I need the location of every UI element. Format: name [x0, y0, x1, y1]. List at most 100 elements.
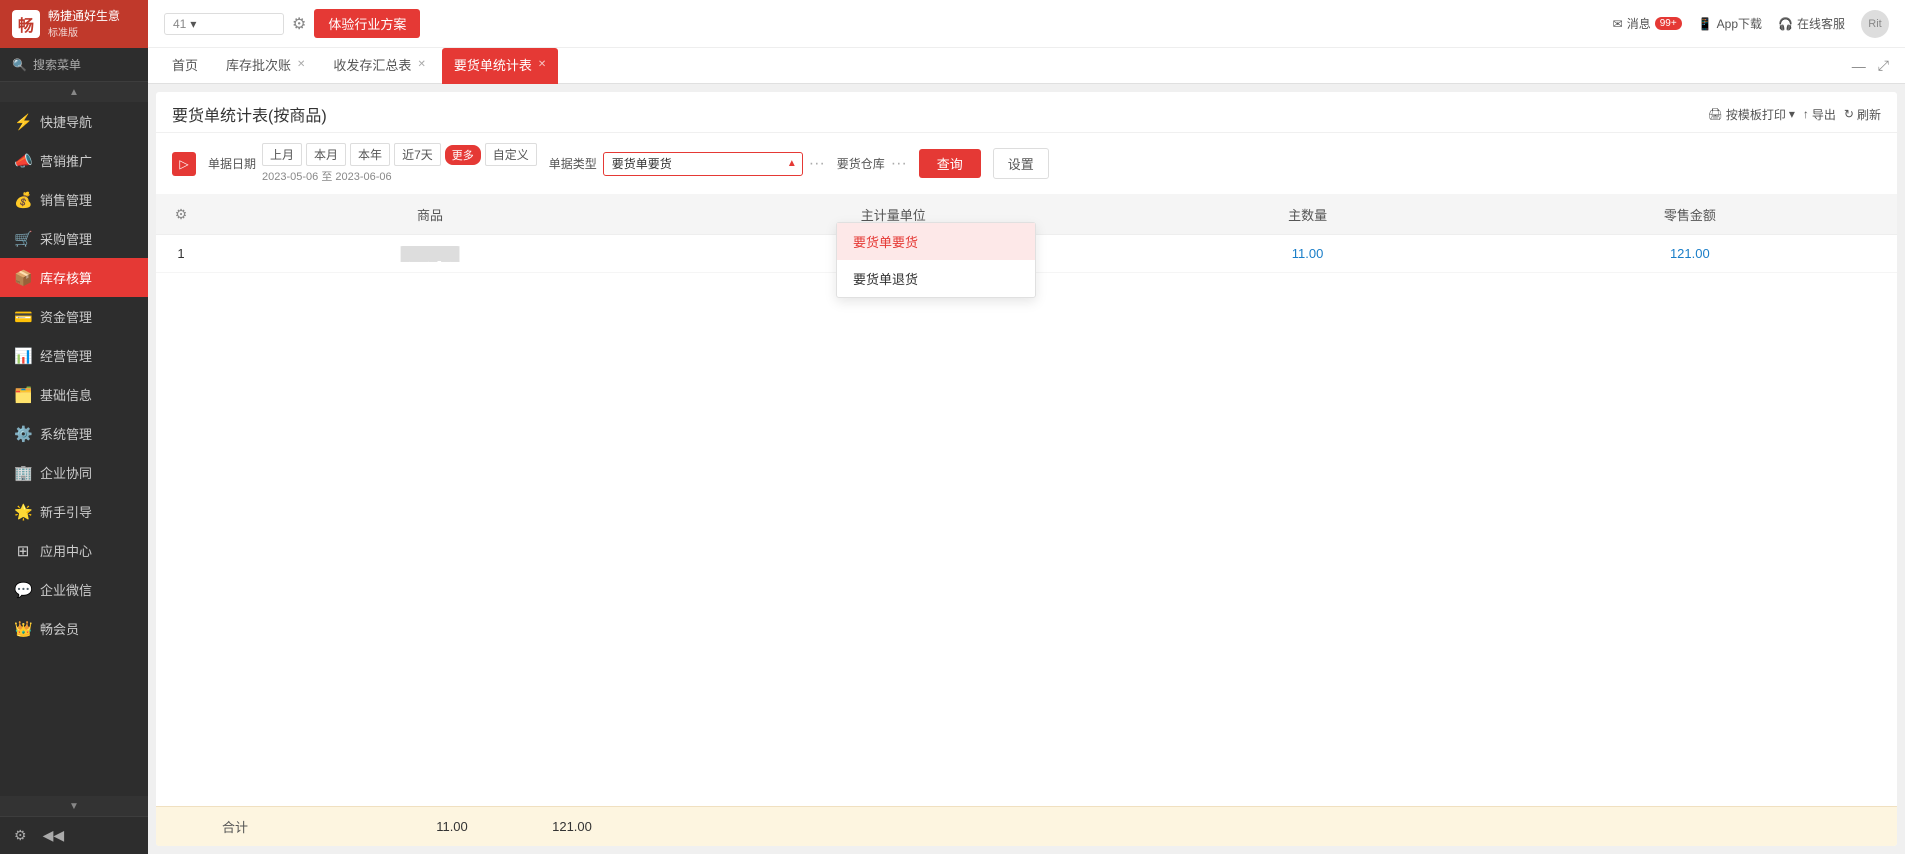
table-footer: 合计 11.00 121.00	[156, 806, 1897, 846]
sidebar-item-member[interactable]: 👑 畅会员	[0, 609, 148, 648]
sidebar: 畅 畅捷通好生意 标准版 🔍 搜索菜单 ▲ ⚡ 快捷导航 📣 营销推广 💰 销售…	[0, 0, 148, 854]
this-year-btn[interactable]: 本年	[350, 143, 390, 166]
warehouse-label: 要货仓库	[837, 155, 885, 172]
tab-expand-btn[interactable]: ⤢	[1874, 55, 1893, 76]
user-avatar[interactable]: Rit	[1861, 10, 1889, 38]
sidebar-item-label: 企业协同	[40, 463, 92, 482]
messages-btn[interactable]: ✉ 消息 99+	[1613, 15, 1682, 32]
sidebar-search[interactable]: 🔍 搜索菜单	[0, 48, 148, 82]
type-dropdown: 要货单要货 要货单退货	[836, 222, 1036, 298]
sidebar-item-enterprise[interactable]: 🏢 企业协同	[0, 453, 148, 492]
more-dates-btn[interactable]: 更多	[445, 145, 481, 165]
type-select[interactable]: 要货单要货 要货单退货	[603, 152, 803, 176]
sidebar-item-inventory[interactable]: 📦 库存核算	[0, 258, 148, 297]
search-icon: 🔍	[12, 58, 27, 72]
tab-order-label: 要货单统计表	[454, 55, 532, 74]
sidebar-item-system[interactable]: ⚙️ 系统管理	[0, 414, 148, 453]
filter-bar: ▷ 单据日期 上月 本月 本年 近7天 更多 自定义 2023-05-06 至 …	[156, 133, 1897, 195]
tab-order-close[interactable]: ✕	[538, 59, 546, 70]
app-label: App下载	[1717, 15, 1762, 32]
date-range: 2023-05-06 至 2023-06-06	[262, 168, 537, 184]
print-label: 按模板打印	[1726, 106, 1786, 123]
this-month-btn[interactable]: 本月	[306, 143, 346, 166]
topbar-right: ✉ 消息 99+ 📱 App下载 🎧 在线客服 Rit	[1613, 10, 1889, 38]
scroll-down-btn[interactable]: ▼	[0, 796, 148, 816]
tabbar: 首页 库存批次账 ✕ 收发存汇总表 ✕ 要货单统计表 ✕ — ⤢	[148, 48, 1905, 84]
operation-icon: 📊	[14, 347, 32, 365]
quick-nav-icon: ⚡	[14, 113, 32, 131]
filter-expand-btn[interactable]: ▷	[172, 152, 196, 176]
main-content: 41 ▾ ⚙ 体验行业方案 ✉ 消息 99+ 📱 App下载 🎧 在线客服 Ri…	[148, 0, 1905, 854]
sidebar-item-newbie[interactable]: 🌟 新手引导	[0, 492, 148, 531]
topbar: 41 ▾ ⚙ 体验行业方案 ✉ 消息 99+ 📱 App下载 🎧 在线客服 Ri…	[148, 0, 1905, 48]
store-num: 41	[173, 17, 186, 31]
wechat-icon: 💬	[14, 581, 32, 599]
tab-batch-account[interactable]: 库存批次账 ✕	[214, 48, 317, 84]
cell-qty[interactable]: 11.00	[1133, 235, 1483, 273]
dropdown-item-order-return[interactable]: 要货单退货	[837, 260, 1035, 297]
sidebar-item-basic[interactable]: 🗂️ 基础信息	[0, 375, 148, 414]
query-btn[interactable]: 查询	[919, 149, 981, 178]
export-icon: ↑	[1803, 107, 1809, 121]
trial-btn[interactable]: 体验行业方案	[314, 9, 420, 38]
tab-minimize-btn[interactable]: —	[1848, 56, 1870, 76]
cell-product: ████ ██	[206, 235, 654, 273]
inventory-icon: 📦	[14, 269, 32, 287]
refresh-btn[interactable]: ↻ 刷新	[1844, 106, 1881, 123]
tab-receive-summary[interactable]: 收发存汇总表 ✕	[321, 48, 437, 84]
tab-receive-close[interactable]: ✕	[417, 59, 425, 70]
tab-receive-label: 收发存汇总表	[333, 55, 411, 74]
export-btn[interactable]: ↑ 导出	[1803, 106, 1836, 123]
sidebar-item-label: 快捷导航	[40, 112, 92, 131]
sidebar-item-label: 库存核算	[40, 268, 92, 287]
app-download-btn[interactable]: 📱 App下载	[1698, 15, 1762, 32]
cell-amount[interactable]: 121.00	[1483, 235, 1897, 273]
filter-more-btn[interactable]: ···	[809, 155, 825, 173]
sidebar-item-purchase[interactable]: 🛒 采购管理	[0, 219, 148, 258]
page-header: 要货单统计表(按商品) 🖨 按模板打印 ▾ ↑ 导出 ↻ 刷新	[156, 92, 1897, 133]
cell-seq: 1	[156, 235, 206, 273]
settings-icon[interactable]: ⚙	[14, 827, 27, 844]
sidebar-item-operation[interactable]: 📊 经营管理	[0, 336, 148, 375]
sidebar-item-sales[interactable]: 💰 销售管理	[0, 180, 148, 219]
col-settings-icon[interactable]: ⚙	[175, 206, 188, 222]
sidebar-item-label: 基础信息	[40, 385, 92, 404]
page-body: 要货单统计表(按商品) 🖨 按模板打印 ▾ ↑ 导出 ↻ 刷新	[148, 84, 1905, 854]
print-btn[interactable]: 🖨 按模板打印 ▾	[1708, 106, 1795, 123]
sidebar-item-appstore[interactable]: ⊞ 应用中心	[0, 531, 148, 570]
footer-qty: 11.00	[392, 819, 512, 834]
tab-home[interactable]: 首页	[160, 48, 210, 84]
warehouse-more-btn[interactable]: ···	[891, 155, 907, 173]
last-7-days-btn[interactable]: 近7天	[394, 143, 441, 166]
sidebar-item-finance[interactable]: 💳 资金管理	[0, 297, 148, 336]
logo-icon: 畅	[12, 10, 40, 38]
online-service-btn[interactable]: 🎧 在线客服	[1778, 15, 1845, 32]
col-amount: 零售金额	[1483, 195, 1897, 235]
tab-batch-close[interactable]: ✕	[297, 59, 305, 70]
tab-batch-label: 库存批次账	[226, 55, 291, 74]
phone-icon: 📱	[1698, 17, 1713, 31]
sidebar-item-label: 采购管理	[40, 229, 92, 248]
refresh-label: 刷新	[1857, 106, 1881, 123]
type-input-wrap: 要货单要货 要货单退货 ▲	[603, 152, 803, 176]
topbar-settings-btn[interactable]: ⚙	[292, 14, 306, 34]
collapse-icon[interactable]: ◀◀	[43, 827, 65, 844]
setting-btn[interactable]: 设置	[993, 148, 1049, 179]
tab-order-stats[interactable]: 要货单统计表 ✕	[442, 48, 558, 84]
col-settings: ⚙	[156, 195, 206, 235]
sidebar-item-marketing[interactable]: 📣 营销推广	[0, 141, 148, 180]
sidebar-item-label: 营销推广	[40, 151, 92, 170]
custom-date-btn[interactable]: 自定义	[485, 143, 537, 166]
sidebar-item-wechat[interactable]: 💬 企业微信	[0, 570, 148, 609]
message-icon: ✉	[1613, 17, 1623, 31]
warehouse-filter: 要货仓库 ···	[837, 155, 907, 173]
enterprise-icon: 🏢	[14, 464, 32, 482]
sidebar-item-quick-nav[interactable]: ⚡ 快捷导航	[0, 102, 148, 141]
topbar-left: 41 ▾ ⚙ 体验行业方案	[164, 9, 1601, 38]
dropdown-item-order-goods[interactable]: 要货单要货	[837, 223, 1035, 260]
sidebar-nav: ⚡ 快捷导航 📣 营销推广 💰 销售管理 🛒 采购管理 📦 库存核算 💳 资金管…	[0, 102, 148, 796]
date-label: 单据日期	[208, 155, 256, 172]
last-month-btn[interactable]: 上月	[262, 143, 302, 166]
store-selector[interactable]: 41 ▾	[164, 13, 284, 35]
scroll-up-btn[interactable]: ▲	[0, 82, 148, 102]
